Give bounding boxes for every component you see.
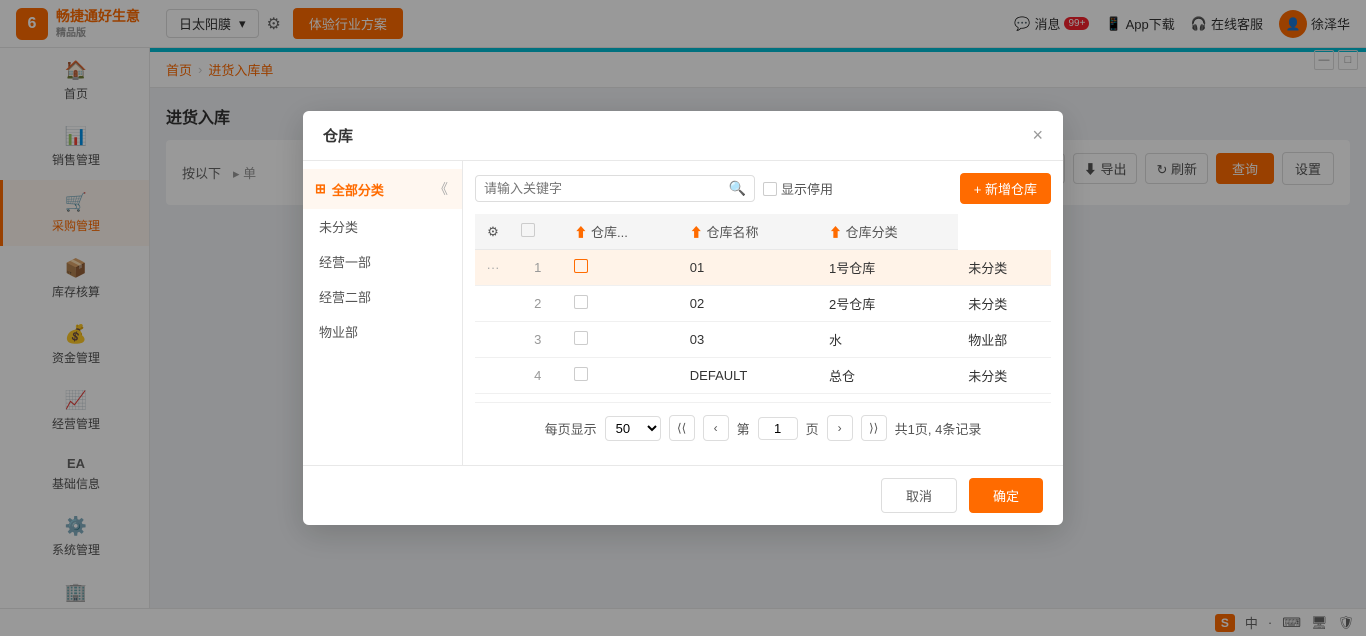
modal-backdrop: 仓库 × ⊞ 全部分类 《 未分类 经营一部 (0, 0, 1366, 636)
next-page-button[interactable]: › (827, 415, 853, 441)
row-name-cell-2: 水 (819, 322, 958, 358)
collapse-button[interactable]: 《 (432, 177, 450, 201)
row-gear-cell-0: ··· (475, 250, 511, 286)
row-category-cell-1: 未分类 (958, 286, 1051, 322)
modal-close-button[interactable]: × (1032, 125, 1043, 146)
search-icon[interactable]: 🔍 (729, 180, 746, 197)
row-num-cell-0: 1 (511, 250, 564, 286)
row-num-cell-2: 3 (511, 322, 564, 358)
show-disabled-checkbox[interactable]: 显示停用 (763, 179, 833, 198)
modal-body: ⊞ 全部分类 《 未分类 经营一部 经营二部 物业部 (303, 161, 1063, 465)
th-name: ⬆ 仓库名称 (680, 214, 819, 250)
modal-title: 仓库 (323, 125, 353, 146)
table-toolbar: 🔍 显示停用 + 新增仓库 (475, 173, 1051, 204)
first-page-button[interactable]: ⟨⟨ (669, 415, 695, 441)
table-row[interactable]: ··· 1 01 1号仓库 未分类 (475, 250, 1051, 286)
row-checkbox-cell-3[interactable] (564, 358, 679, 394)
confirm-button[interactable]: 确定 (969, 478, 1043, 513)
row-num-cell-1: 2 (511, 286, 564, 322)
sort-cat-icon: ⬆ (829, 225, 842, 240)
sort-icon: ⬆ (574, 225, 587, 240)
row-gear-cell-3 (475, 358, 511, 394)
row-category-cell-3: 未分类 (958, 358, 1051, 394)
page-suffix: 页 (806, 419, 819, 438)
pagination-bar: 每页显示 50 20 100 ⟨⟨ ‹ 第 页 › ⟩⟩ 共1页, 4条记录 (475, 402, 1051, 453)
show-disabled-label: 显示停用 (781, 179, 833, 198)
row-category-cell-0: 未分类 (958, 250, 1051, 286)
modal-header: 仓库 × (303, 111, 1063, 161)
header-checkbox[interactable] (521, 223, 535, 237)
row-gear-cell-1 (475, 286, 511, 322)
row-category-cell-2: 物业部 (958, 322, 1051, 358)
row-name-cell-3: 总仓 (819, 358, 958, 394)
category-item-ops2[interactable]: 经营二部 (303, 279, 462, 314)
th-code: ⬆ 仓库... (564, 214, 679, 250)
row-num-cell-3: 4 (511, 358, 564, 394)
table-panel: 🔍 显示停用 + 新增仓库 ⚙ ⬆ (463, 161, 1063, 465)
search-box: 🔍 (475, 175, 755, 202)
add-warehouse-button[interactable]: + 新增仓库 (960, 173, 1051, 204)
row-name-cell-0: 1号仓库 (819, 250, 958, 286)
row-code-cell-0: 01 (680, 250, 819, 286)
page-label: 第 (737, 419, 750, 438)
warehouse-table: ⚙ ⬆ 仓库... ⬆ 仓库名称 ⬆ (475, 214, 1051, 394)
prev-page-button[interactable]: ‹ (703, 415, 729, 441)
total-label: 共1页, 4条记录 (895, 419, 982, 438)
checkbox-icon (763, 182, 777, 196)
th-gear: ⚙ (475, 214, 511, 250)
th-check (511, 214, 564, 250)
table-row[interactable]: 2 02 2号仓库 未分类 (475, 286, 1051, 322)
category-panel: ⊞ 全部分类 《 未分类 经营一部 经营二部 物业部 (303, 161, 463, 465)
row-gear-cell-2 (475, 322, 511, 358)
category-all-header[interactable]: ⊞ 全部分类 《 (303, 169, 462, 209)
category-item-property[interactable]: 物业部 (303, 314, 462, 349)
sort-name-icon: ⬆ (690, 225, 703, 240)
row-checkbox-cell-1[interactable] (564, 286, 679, 322)
modal-footer: 取消 确定 (303, 465, 1063, 525)
per-page-select[interactable]: 50 20 100 (605, 416, 661, 441)
table-header-row: ⚙ ⬆ 仓库... ⬆ 仓库名称 ⬆ (475, 214, 1051, 250)
table-row[interactable]: 3 03 水 物业部 (475, 322, 1051, 358)
th-category: ⬆ 仓库分类 (819, 214, 958, 250)
page-input[interactable] (758, 417, 798, 440)
row-name-cell-1: 2号仓库 (819, 286, 958, 322)
search-input[interactable] (484, 181, 729, 196)
row-checkbox-cell-2[interactable] (564, 322, 679, 358)
table-row[interactable]: 4 DEFAULT 总仓 未分类 (475, 358, 1051, 394)
category-item-unclassified[interactable]: 未分类 (303, 209, 462, 244)
cancel-button[interactable]: 取消 (881, 478, 957, 513)
grid-icon: ⊞ (315, 181, 326, 197)
category-all-label: ⊞ 全部分类 (315, 180, 384, 199)
row-code-cell-3: DEFAULT (680, 358, 819, 394)
category-item-ops1[interactable]: 经营一部 (303, 244, 462, 279)
per-page-label: 每页显示 (545, 419, 597, 438)
warehouse-modal: 仓库 × ⊞ 全部分类 《 未分类 经营一部 (303, 111, 1063, 525)
row-checkbox-cell-0[interactable] (564, 250, 679, 286)
row-code-cell-2: 03 (680, 322, 819, 358)
row-code-cell-1: 02 (680, 286, 819, 322)
last-page-button[interactable]: ⟩⟩ (861, 415, 887, 441)
